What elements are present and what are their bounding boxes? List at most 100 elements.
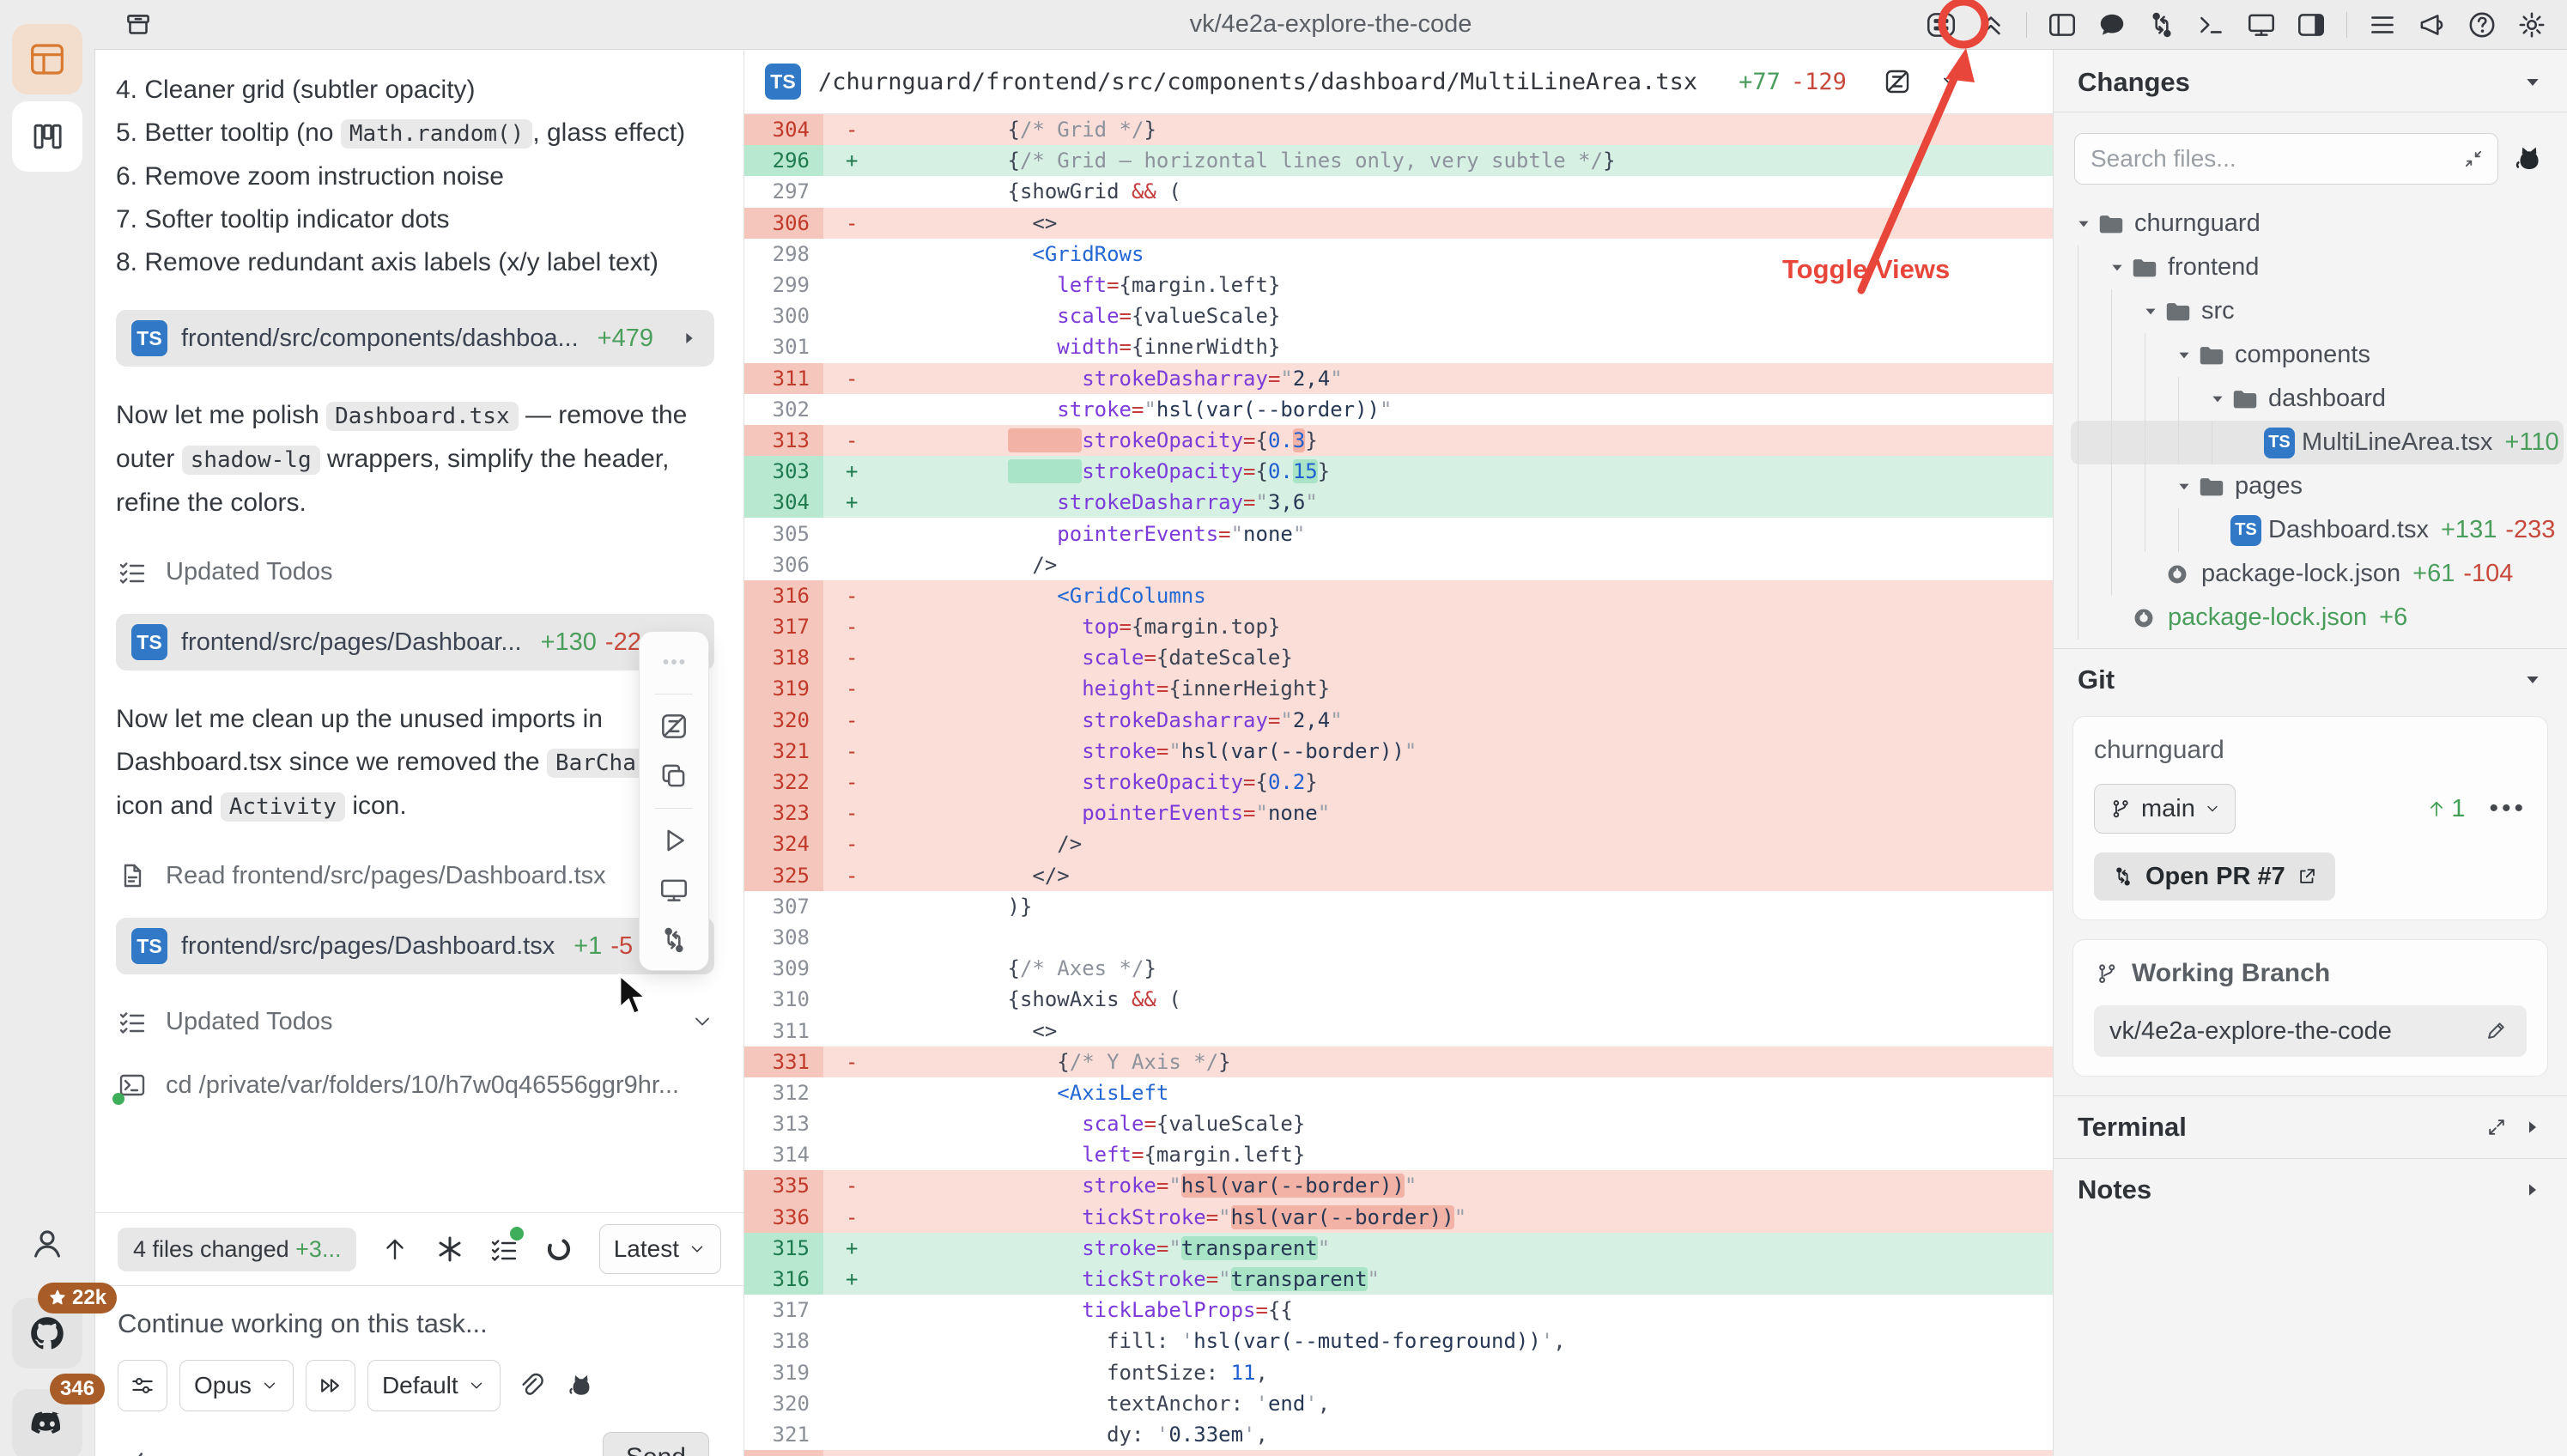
tree-guide	[2111, 421, 2138, 464]
code-text: strokeDasharray="3,6"	[883, 490, 2053, 514]
search-files-input[interactable]: Search files...	[2074, 133, 2498, 185]
line-number: 335	[744, 1170, 823, 1201]
preview-icon[interactable]	[656, 872, 692, 908]
file-change-chip[interactable]: TSfrontend/src/pages/Dashboar...+130-22	[116, 614, 714, 670]
titlebar-actions	[1921, 5, 2552, 45]
inline-code: shadow-lg	[182, 446, 320, 475]
settings-sliders-button[interactable]	[118, 1360, 167, 1411]
tree-item-src[interactable]: src	[2071, 289, 2564, 333]
git-section-header[interactable]: Git	[2054, 648, 2567, 711]
cat-icon[interactable]	[2512, 142, 2546, 176]
tree-item-components[interactable]: components	[2071, 333, 2564, 377]
tool-call-row[interactable]: cd /private/var/folders/10/h7w0q46556ggr…	[116, 1069, 714, 1101]
file-change-chip[interactable]: TSfrontend/src/components/dashboa...+479	[116, 310, 714, 367]
diff-code[interactable]: 304- {/* Grid */}296+ {/* Grid – horizon…	[744, 114, 2053, 1456]
tree-item-name: MultiLineArea.tsx	[2302, 428, 2492, 457]
diff-line: 313 scale={valueScale}	[744, 1108, 2053, 1139]
todos-status-icon[interactable]	[489, 1232, 521, 1266]
file-change-chip[interactable]: TSfrontend/src/pages/Dashboard.tsx+1-5	[116, 918, 714, 974]
tree-item-name: components	[2235, 341, 2370, 369]
code-text: stroke="hsl(var(--border))"	[883, 1174, 2053, 1198]
assistant-text: Now let me clean up the unused imports i…	[116, 698, 714, 828]
caret-down-icon[interactable]	[2104, 259, 2130, 276]
caret-down-icon[interactable]	[2138, 303, 2163, 320]
notes-section-header[interactable]: Notes	[2054, 1158, 2567, 1221]
announcements-icon[interactable]	[2412, 5, 2452, 45]
spark-icon[interactable]	[434, 1232, 466, 1266]
open-pr-button[interactable]: Open PR #7	[2094, 852, 2335, 901]
divider	[2026, 12, 2027, 38]
cat-icon[interactable]	[562, 1367, 600, 1404]
push-up-icon[interactable]	[379, 1232, 411, 1266]
conversation[interactable]: 4. Cleaner grid (subtler opacity)5. Bett…	[95, 50, 743, 1210]
commits-ahead[interactable]: 1	[2425, 795, 2465, 823]
more-options-icon[interactable]: •••	[2489, 794, 2527, 823]
tree-item-frontend[interactable]: frontend	[2071, 246, 2564, 289]
editor-icon[interactable]	[656, 708, 692, 744]
workspace-item-active[interactable]	[12, 24, 82, 94]
diff-sign: -	[823, 708, 883, 732]
help-icon[interactable]	[2462, 5, 2502, 45]
diff-line: 315+ stroke="transparent"	[744, 1233, 2053, 1264]
edit-branch-icon[interactable]	[2480, 1016, 2511, 1046]
chat-icon[interactable]	[2092, 5, 2132, 45]
diff-view-toggle-icon[interactable]	[1879, 64, 1915, 100]
tool-call-row[interactable]: Read frontend/src/pages/Dashboard.tsx	[116, 859, 714, 892]
chevron-down-icon[interactable]	[690, 1010, 714, 1034]
mode-dropdown[interactable]: Default	[367, 1360, 501, 1411]
toggle-views-icon[interactable]	[1921, 5, 1961, 45]
copy-icon[interactable]	[656, 758, 692, 794]
caret-down-icon[interactable]	[2171, 347, 2197, 364]
message-input[interactable]: Continue working on this task...	[95, 1286, 743, 1339]
branch-dropdown[interactable]: main	[2094, 784, 2236, 834]
tree-item-pages[interactable]: pages	[2071, 464, 2564, 508]
git-compare-icon[interactable]	[2142, 5, 2182, 45]
caret-down-icon[interactable]	[2205, 391, 2230, 408]
left-panel-icon[interactable]	[2042, 5, 2082, 45]
fast-forward-button[interactable]	[306, 1360, 355, 1411]
model-dropdown[interactable]: Opus	[179, 1360, 294, 1411]
send-button[interactable]: Send	[603, 1432, 709, 1456]
diff-line: 321- stroke="hsl(var(--border))"	[744, 736, 2053, 767]
settings-icon[interactable]	[2512, 5, 2552, 45]
changes-section-header[interactable]: Changes	[2054, 50, 2567, 112]
diff-line: 320- strokeDasharray="2,4"	[744, 705, 2053, 736]
caret-down-icon[interactable]	[2171, 478, 2197, 495]
code-text: {/* Y Axis */}	[883, 1050, 2053, 1074]
broom-icon[interactable]	[116, 1447, 154, 1456]
chevron-down-icon[interactable]	[1933, 64, 1969, 100]
git-compare-icon[interactable]	[656, 922, 692, 958]
files-changed-pill[interactable]: 4 files changed +3...	[118, 1228, 356, 1271]
code-text: {showAxis && (	[883, 987, 2053, 1011]
menu-icon[interactable]	[2363, 5, 2402, 45]
tree-item-package-lock-json[interactable]: package-lock.json+6	[2071, 596, 2564, 640]
run-icon[interactable]	[656, 822, 692, 858]
archive-box-icon[interactable]	[118, 5, 158, 45]
tree-item-dashboard-tsx[interactable]: TSDashboard.tsx+131-233	[2071, 508, 2564, 552]
tree-item-multilinearea-tsx[interactable]: TSMultiLineArea.tsx+110-162	[2071, 421, 2564, 464]
account-button[interactable]	[12, 1209, 82, 1279]
tree-item-dashboard[interactable]: dashboard	[2071, 377, 2564, 421]
terminal-icon[interactable]	[2192, 5, 2231, 45]
right-panel-icon[interactable]	[2291, 5, 2331, 45]
tree-item-package-lock-json[interactable]: package-lock.json+61-104	[2071, 552, 2564, 596]
collapse-tree-icon[interactable]	[2461, 147, 2485, 171]
attachment-icon[interactable]	[513, 1367, 550, 1404]
workspace-item[interactable]	[12, 101, 82, 172]
tool-call-row[interactable]: Updated Todos	[116, 555, 714, 588]
latest-dropdown[interactable]: Latest	[599, 1224, 721, 1274]
preview-icon[interactable]	[2242, 5, 2281, 45]
caret-down-icon[interactable]	[2071, 215, 2097, 233]
caret-right-icon	[2522, 1180, 2543, 1200]
diff-line: 308	[744, 922, 2053, 953]
diff-sign: +	[823, 459, 883, 483]
expand-icon[interactable]	[2485, 1115, 2509, 1139]
tree-item-churnguard[interactable]: churnguard	[2071, 202, 2564, 246]
drag-handle-icon[interactable]	[656, 644, 692, 680]
working-branch-input[interactable]: vk/4e2a-explore-the-code	[2094, 1005, 2527, 1057]
collapse-up-icon[interactable]	[1971, 5, 2011, 45]
line-number: 318	[744, 642, 823, 673]
terminal-section-header[interactable]: Terminal	[2054, 1095, 2567, 1158]
diff-line: 322- strokeOpacity={0.2}	[744, 767, 2053, 798]
code-text: tickStroke="transparent"	[883, 1267, 2053, 1291]
